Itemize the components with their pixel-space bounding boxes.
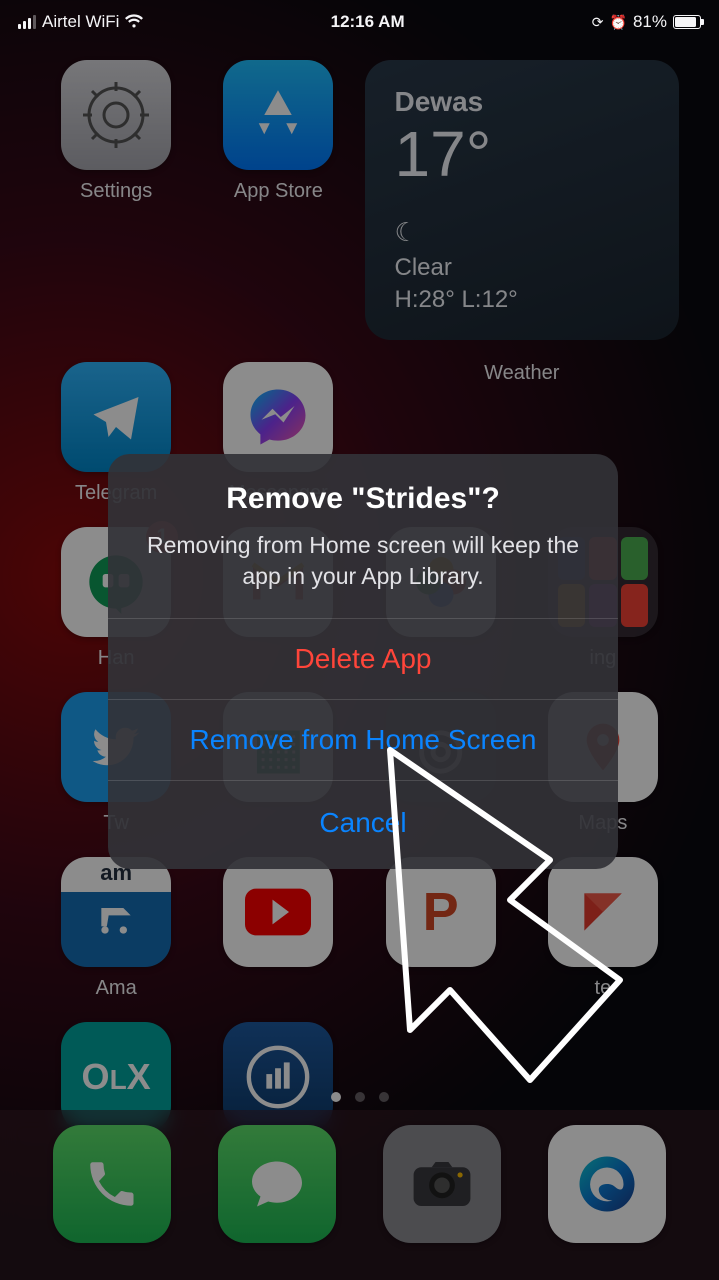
- status-bar: Airtel WiFi 12:16 AM ⟳ ⏰ 81%: [0, 0, 719, 44]
- battery-percent: 81%: [633, 12, 667, 32]
- wifi-icon: [125, 14, 143, 31]
- status-time: 12:16 AM: [331, 12, 405, 32]
- alert-message: Removing from Home screen will keep the …: [138, 530, 588, 592]
- remove-app-alert: Remove "Strides"? Removing from Home scr…: [108, 454, 618, 869]
- remove-from-home-button[interactable]: Remove from Home Screen: [108, 699, 618, 780]
- battery-icon: [673, 15, 701, 29]
- cellular-signal-icon: [18, 15, 36, 29]
- orientation-lock-icon: ⟳: [592, 14, 604, 31]
- delete-app-button[interactable]: Delete App: [108, 618, 618, 699]
- cancel-button[interactable]: Cancel: [108, 780, 618, 869]
- carrier-label: Airtel WiFi: [42, 12, 119, 32]
- alert-title: Remove "Strides"?: [138, 482, 588, 516]
- alarm-icon: ⏰: [610, 14, 627, 31]
